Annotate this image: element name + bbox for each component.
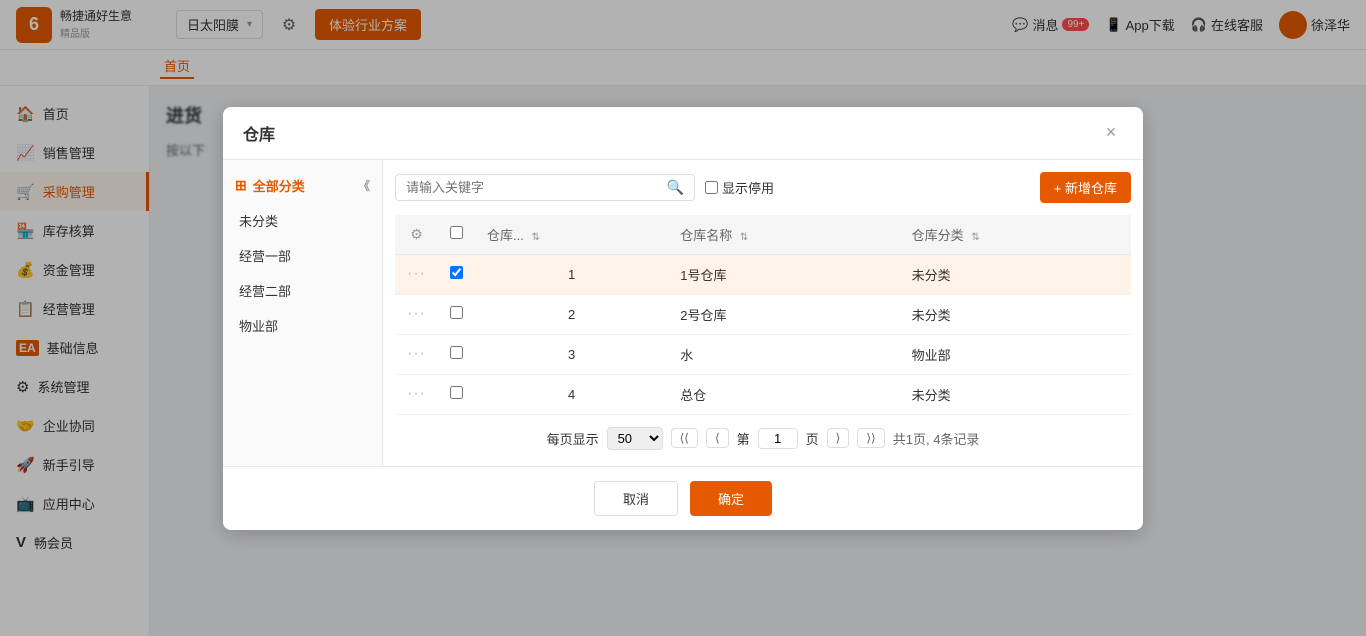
col-category: 仓库分类 ⇅: [900, 215, 1131, 255]
table-toolbar: 🔍 显示停用 + 新增仓库: [395, 172, 1131, 203]
show-disabled-checkbox-label[interactable]: 显示停用: [705, 178, 774, 197]
col-checkbox: [438, 215, 475, 255]
search-input[interactable]: [406, 180, 661, 195]
cell-checkbox[interactable]: [438, 334, 475, 374]
col-category-label: 仓库分类: [912, 228, 964, 243]
cell-settings: ···: [395, 334, 438, 374]
category-item-uncategorized[interactable]: 未分类: [223, 203, 382, 238]
page-unit: 页: [806, 429, 819, 448]
row-checkbox[interactable]: [450, 346, 463, 359]
table-row[interactable]: ··· 1 1号仓库 未分类: [395, 254, 1131, 294]
cell-checkbox[interactable]: [438, 374, 475, 414]
cell-name: 水: [668, 334, 899, 374]
page-prev-button[interactable]: ⟨: [706, 428, 729, 448]
page-total-info: 共1页, 4条记录: [893, 429, 980, 448]
col-name: 仓库名称 ⇅: [668, 215, 899, 255]
confirm-button[interactable]: 确定: [690, 481, 772, 516]
search-icon: 🔍: [667, 179, 684, 196]
page-label: 第: [737, 429, 750, 448]
col-name-label: 仓库名称: [680, 228, 732, 243]
cell-category: 物业部: [900, 334, 1131, 374]
table-container: ⚙ 仓库... ⇅ 仓库名称 ⇅: [395, 215, 1131, 415]
modal-overlay: 仓库 × ⊞ 全部分类 《 未分类 经营一部 经营二部 物业部: [0, 0, 1366, 636]
cell-settings: ···: [395, 294, 438, 334]
category-all-label: 全部分类: [253, 176, 305, 195]
category-all[interactable]: ⊞ 全部分类 《: [223, 168, 382, 203]
page-number-input[interactable]: [758, 428, 798, 449]
cell-checkbox[interactable]: [438, 294, 475, 334]
cell-category: 未分类: [900, 294, 1131, 334]
modal-title: 仓库: [243, 121, 275, 145]
show-disabled-label: 显示停用: [722, 178, 774, 197]
col-code: 仓库... ⇅: [475, 215, 668, 255]
table-row[interactable]: ··· 3 水 物业部: [395, 334, 1131, 374]
page-last-button[interactable]: ⟩⟩: [857, 428, 884, 448]
row-checkbox[interactable]: [450, 386, 463, 399]
sort-name-icon[interactable]: ⇅: [740, 232, 748, 243]
cell-row-num: 1: [475, 254, 668, 294]
modal-header: 仓库 ×: [223, 107, 1143, 160]
cell-settings: ···: [395, 374, 438, 414]
sort-category-icon[interactable]: ⇅: [971, 232, 979, 243]
table-header-row: ⚙ 仓库... ⇅ 仓库名称 ⇅: [395, 215, 1131, 255]
table-body: ··· 1 1号仓库 未分类 ··· 2 2号仓库 未分类 ··· 3 水 物业…: [395, 254, 1131, 414]
row-dots-icon: ···: [407, 265, 426, 282]
row-checkbox[interactable]: [450, 306, 463, 319]
page-next-button[interactable]: ⟩: [827, 428, 850, 448]
category-panel: ⊞ 全部分类 《 未分类 经营一部 经营二部 物业部: [223, 160, 383, 466]
modal-close-button[interactable]: ×: [1099, 121, 1123, 145]
grid-icon: ⊞: [235, 177, 247, 194]
cell-checkbox[interactable]: [438, 254, 475, 294]
row-dots-icon: ···: [407, 345, 426, 362]
col-settings: ⚙: [395, 215, 438, 255]
row-checkbox[interactable]: [450, 266, 463, 279]
search-box: 🔍: [395, 174, 695, 201]
per-page-select[interactable]: 50 20 100: [607, 427, 663, 450]
cell-row-num: 4: [475, 374, 668, 414]
pagination: 每页显示 50 20 100 ⟨⟨ ⟨ 第 页 ⟩ ⟩⟩ 共1页, 4条记录: [395, 415, 1131, 454]
add-warehouse-button[interactable]: + 新增仓库: [1040, 172, 1131, 203]
page-first-button[interactable]: ⟨⟨: [671, 428, 698, 448]
row-dots-icon: ···: [407, 385, 426, 402]
cell-name: 1号仓库: [668, 254, 899, 294]
table-row[interactable]: ··· 2 2号仓库 未分类: [395, 294, 1131, 334]
collapse-icon[interactable]: 《: [358, 177, 370, 194]
table-row[interactable]: ··· 4 总仓 未分类: [395, 374, 1131, 414]
category-item-property[interactable]: 物业部: [223, 308, 382, 343]
table-head: ⚙ 仓库... ⇅ 仓库名称 ⇅: [395, 215, 1131, 255]
table-panel: 🔍 显示停用 + 新增仓库 ⚙: [383, 160, 1143, 466]
cell-row-num: 3: [475, 334, 668, 374]
category-item-dept1[interactable]: 经营一部: [223, 238, 382, 273]
modal-body: ⊞ 全部分类 《 未分类 经营一部 经营二部 物业部 🔍: [223, 160, 1143, 466]
warehouse-modal: 仓库 × ⊞ 全部分类 《 未分类 经营一部 经营二部 物业部: [223, 107, 1143, 530]
row-dots-icon: ···: [407, 305, 426, 322]
cell-category: 未分类: [900, 374, 1131, 414]
column-gear-icon: ⚙: [410, 226, 423, 242]
cell-row-num: 2: [475, 294, 668, 334]
warehouse-table: ⚙ 仓库... ⇅ 仓库名称 ⇅: [395, 215, 1131, 415]
cell-name: 2号仓库: [668, 294, 899, 334]
cell-category: 未分类: [900, 254, 1131, 294]
cell-settings: ···: [395, 254, 438, 294]
cell-name: 总仓: [668, 374, 899, 414]
show-disabled-checkbox[interactable]: [705, 181, 718, 194]
per-page-label: 每页显示: [547, 429, 599, 448]
sort-code-icon[interactable]: ⇅: [531, 232, 539, 243]
col-code-label: 仓库...: [487, 228, 524, 243]
modal-footer: 取消 确定: [223, 466, 1143, 530]
category-item-dept2[interactable]: 经营二部: [223, 273, 382, 308]
cancel-button[interactable]: 取消: [594, 481, 678, 516]
select-all-checkbox[interactable]: [450, 226, 463, 239]
